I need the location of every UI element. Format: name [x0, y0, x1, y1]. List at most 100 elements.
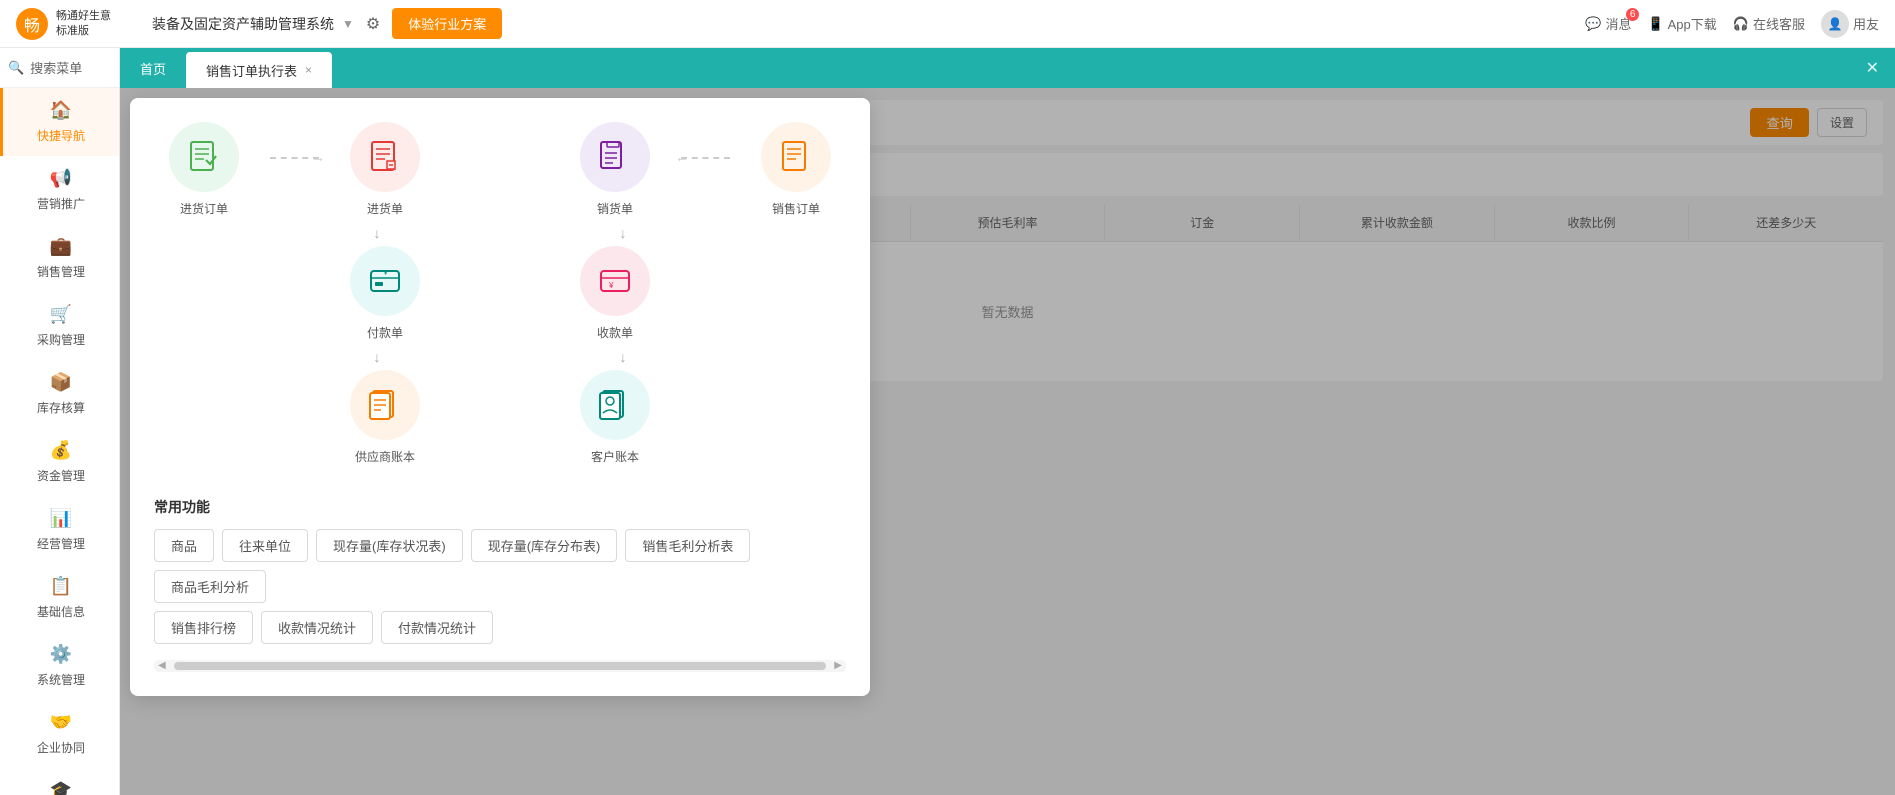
sales-bill-circle[interactable]	[580, 122, 650, 192]
payment-circle[interactable]: ¥	[350, 246, 420, 316]
flow-item-sales-order[interactable]: 销售订单	[746, 122, 846, 217]
sidebar-item-finance[interactable]: 💰 资金管理	[0, 428, 119, 496]
functions-grid-2: 销售排行榜 收款情况统计 付款情况统计	[154, 611, 846, 644]
sidebar-item-marketing[interactable]: 📢 营销推广	[0, 156, 119, 224]
sidebar-item-label: 快捷导航	[37, 127, 85, 144]
logo-icon: 畅	[16, 8, 48, 40]
tab-sales-order[interactable]: 销售订单执行表 ×	[186, 52, 332, 88]
down-arrow-receipt: ↓	[573, 349, 673, 366]
chart-icon: 📊	[50, 508, 72, 529]
down-arrow-payment: ↓	[327, 349, 427, 366]
main-content: 首页 销售订单执行表 × ✕ ❓ 帮助 🖨 按模板打印 ▼ ⬆ 导出	[120, 48, 1895, 795]
functions-section: 常用功能 商品 往来单位 现存量(库存状况表) 现存量(库存分布表) 销售毛利分…	[154, 497, 846, 644]
sidebar-item-label: 系统管理	[37, 671, 85, 688]
cart-icon: 🛒	[50, 304, 72, 325]
sales-order-label: 销售订单	[772, 200, 820, 217]
flow-item-payment[interactable]: ¥ 付款单	[335, 246, 435, 341]
system-title-text: 装备及固定资产辅助管理系统	[152, 14, 334, 34]
sidebar-item-label: 企业协同	[37, 739, 85, 756]
system-title-area: 装备及固定资产辅助管理系统 ▼ ⚙ 体验行业方案	[152, 8, 1585, 39]
sidebar-item-newbie[interactable]: 🎓 新手引导	[0, 768, 119, 795]
supplier-account-circle[interactable]	[350, 370, 420, 440]
sidebar-item-operations[interactable]: 📊 经营管理	[0, 496, 119, 564]
receipt-icon: ¥	[597, 263, 633, 299]
money-icon: 💰	[50, 440, 72, 461]
supplier-account-icon	[367, 387, 403, 423]
down-arrow-sales: ↓	[573, 225, 673, 242]
sidebar-item-label: 营销推广	[37, 195, 85, 212]
flow-item-sales-bill[interactable]: 销货单	[565, 122, 665, 217]
flow-item-customer-account[interactable]: 客户账本	[565, 370, 665, 465]
handshake-icon: 🤝	[50, 712, 72, 733]
sidebar-item-label: 基础信息	[37, 603, 85, 620]
sidebar-item-label: 采购管理	[37, 331, 85, 348]
sales-bill-icon	[597, 139, 633, 175]
tab-bar: 首页 销售订单执行表 × ✕	[120, 48, 1895, 88]
functions-title: 常用功能	[154, 497, 846, 517]
megaphone-icon: 📢	[50, 168, 72, 189]
receipt-label: 收款单	[597, 324, 633, 341]
customer-account-icon	[597, 387, 633, 423]
scroll-left-icon[interactable]: ◀	[154, 660, 170, 671]
header-right: 💬 消息 6 📱 App下载 🎧 在线客服 👤 用友	[1585, 10, 1879, 38]
tab-close-icon[interactable]: ×	[305, 63, 312, 77]
tab-home[interactable]: 首页	[120, 48, 186, 88]
avatar: 👤	[1821, 10, 1849, 38]
logo-char: 畅	[24, 12, 40, 36]
content-area: ❓ 帮助 🖨 按模板打印 ▼ ⬆ 导出 🔄 刷新 查询 设置	[120, 88, 1895, 795]
trial-button[interactable]: 体验行业方案	[392, 8, 502, 39]
dropdown-arrow-icon: ▼	[342, 17, 354, 31]
close-all-tabs-icon[interactable]: ✕	[1866, 58, 1879, 78]
message-badge: 6	[1626, 8, 1640, 21]
sidebar-item-purchase[interactable]: 🛒 采购管理	[0, 292, 119, 360]
arrow-2: ←	[681, 157, 730, 159]
func-goods[interactable]: 商品	[154, 529, 214, 562]
sidebar-item-system[interactable]: ⚙️ 系统管理	[0, 632, 119, 700]
user-item[interactable]: 👤 用友	[1821, 10, 1879, 38]
func-sales-profit[interactable]: 销售毛利分析表	[625, 529, 750, 562]
online-service-item[interactable]: 🎧 在线客服	[1733, 14, 1805, 33]
gear-icon: ⚙️	[50, 644, 72, 665]
settings-button[interactable]: ⚙	[362, 10, 384, 38]
func-stock-distribution[interactable]: 现存量(库存分布表)	[471, 529, 618, 562]
sidebar-item-basic-info[interactable]: 📋 基础信息	[0, 564, 119, 632]
func-contacts[interactable]: 往来单位	[222, 529, 308, 562]
sidebar-item-sales[interactable]: 💼 销售管理	[0, 224, 119, 292]
modal-overlay[interactable]: 进货订单 →	[120, 88, 1895, 795]
message-item[interactable]: 💬 消息 6	[1585, 14, 1631, 33]
flow-item-purchase-order[interactable]: 进货订单	[154, 122, 254, 217]
sidebar-item-inventory[interactable]: 📦 库存核算	[0, 360, 119, 428]
receipt-circle[interactable]: ¥	[580, 246, 650, 316]
flow-item-purchase-bill[interactable]: 进货单	[335, 122, 435, 217]
supplier-account-label: 供应商账本	[355, 448, 415, 465]
func-sales-rank[interactable]: 销售排行榜	[154, 611, 253, 644]
func-goods-profit[interactable]: 商品毛利分析	[154, 570, 266, 603]
box-icon: 📦	[50, 372, 72, 393]
app-download-icon: 📱	[1647, 16, 1663, 32]
down-arrows-row-2: ↓ ↓	[154, 349, 846, 366]
scroll-thumb[interactable]	[174, 662, 827, 670]
purchase-order-circle[interactable]	[169, 122, 239, 192]
message-icon: 💬	[1585, 16, 1601, 32]
sales-order-circle[interactable]	[761, 122, 831, 192]
func-stock-status[interactable]: 现存量(库存状况表)	[316, 529, 463, 562]
sidebar-item-quick-guide[interactable]: 🏠 快捷导航	[0, 88, 119, 156]
functions-grid: 商品 往来单位 现存量(库存状况表) 现存量(库存分布表) 销售毛利分析表 商品…	[154, 529, 846, 603]
customer-account-circle[interactable]	[580, 370, 650, 440]
app-download-item[interactable]: 📱 App下载	[1647, 14, 1716, 33]
flow-item-receipt[interactable]: ¥ 收款单	[565, 246, 665, 341]
func-receipt-stats[interactable]: 收款情况统计	[261, 611, 373, 644]
func-payment-stats[interactable]: 付款情况统计	[381, 611, 493, 644]
briefcase-icon: 💼	[50, 236, 72, 257]
horizontal-scrollbar[interactable]: ◀ ▶	[154, 660, 846, 672]
sidebar-item-enterprise[interactable]: 🤝 企业协同	[0, 700, 119, 768]
down-arrows-row: ↓ ↓	[154, 225, 846, 242]
flow-item-supplier-account[interactable]: 供应商账本	[335, 370, 435, 465]
payment-icon: ¥	[367, 263, 403, 299]
purchase-bill-circle[interactable]	[350, 122, 420, 192]
clipboard-icon: 📋	[50, 576, 72, 597]
sidebar-search[interactable]: 🔍 搜索菜单	[0, 48, 119, 88]
scroll-right-icon[interactable]: ▶	[830, 660, 846, 671]
flow-row-2: ¥ 付款单 ¥	[154, 246, 846, 341]
purchase-bill-icon	[367, 139, 403, 175]
